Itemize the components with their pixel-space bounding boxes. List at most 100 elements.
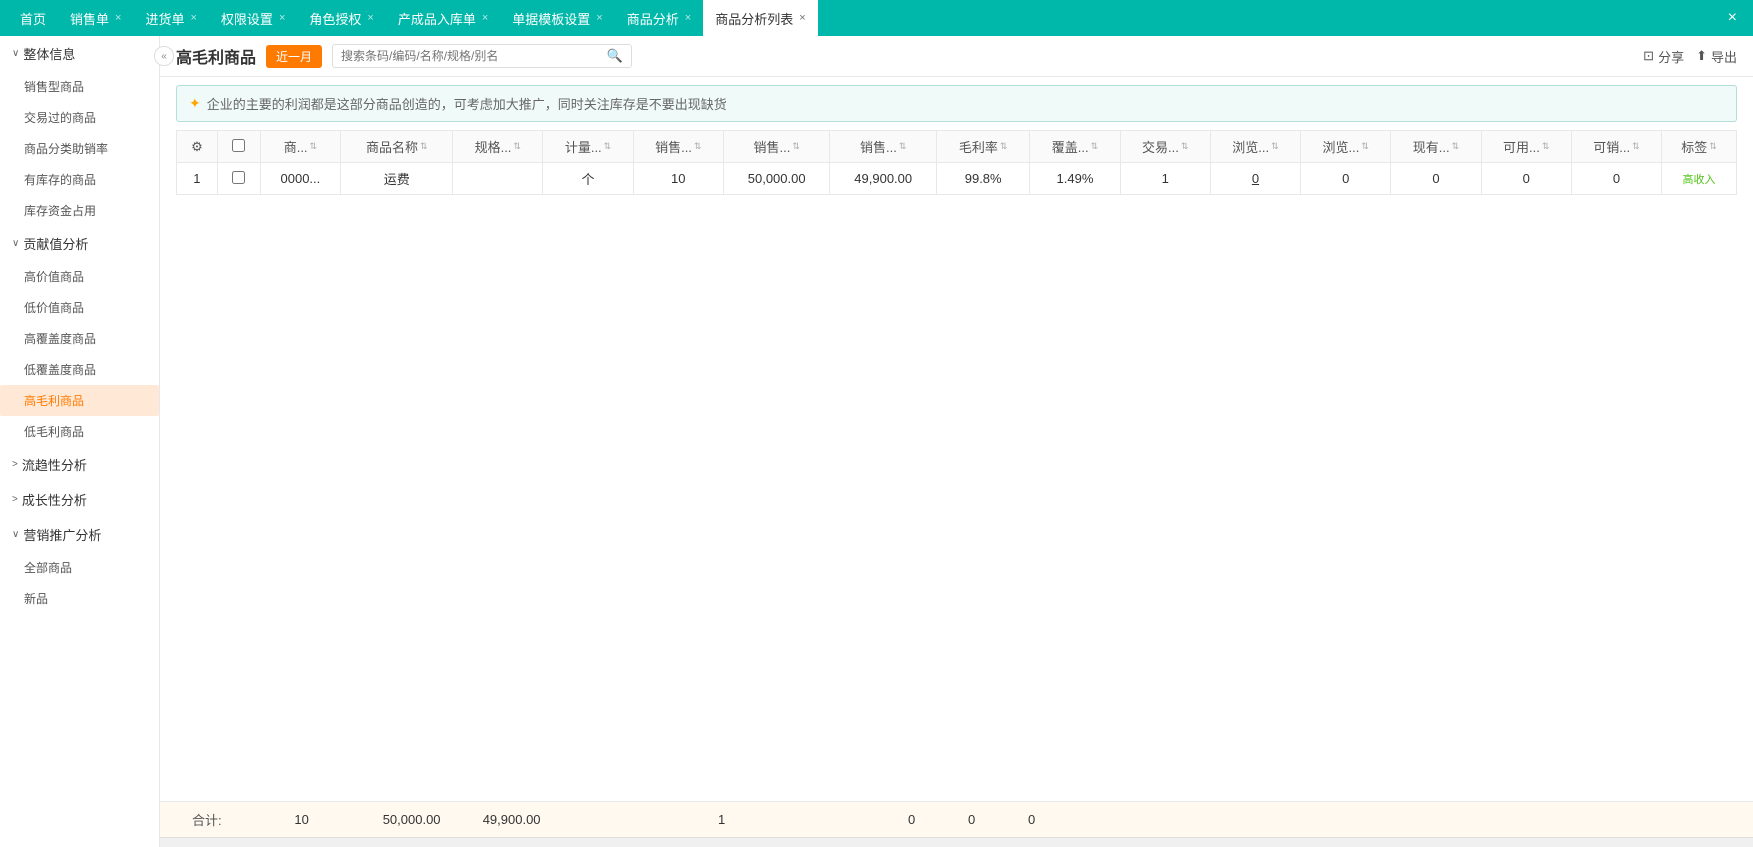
content-header: 高毛利商品 近一月 🔍 ⊡ 分享 ⬆ 导出 — [160, 36, 1753, 77]
sort-icon-sales_qty[interactable]: ⇅ — [694, 141, 702, 152]
filter-recent-month-button[interactable]: 近一月 — [266, 45, 322, 68]
sidebar-item-4-0[interactable]: 全部商品 — [0, 552, 159, 583]
sidebar-item-1-0[interactable]: 高价值商品 — [0, 261, 159, 292]
col-header-current_stock[interactable]: 现有...⇅ — [1391, 131, 1481, 163]
nav-close-2[interactable]: × — [190, 12, 196, 24]
sidebar-item-0-0[interactable]: 销售型商品 — [0, 71, 159, 102]
sidebar-item-0-4[interactable]: 库存资金占用 — [0, 195, 159, 226]
cell-spec — [453, 163, 543, 195]
cell-browse1[interactable]: 0 — [1210, 163, 1300, 195]
col-header-available_stock[interactable]: 可用...⇅ — [1481, 131, 1571, 163]
sort-icon-saleable_stock[interactable]: ⇅ — [1632, 141, 1640, 152]
sidebar-section-4[interactable]: ∨营销推广分析 — [0, 517, 159, 552]
sort-icon-browse1[interactable]: ⇅ — [1271, 141, 1279, 152]
col-header-browse1[interactable]: 浏览...⇅ — [1210, 131, 1300, 163]
export-button[interactable]: ⬆ 导出 — [1696, 47, 1737, 66]
sort-icon-code[interactable]: ⇅ — [310, 141, 318, 152]
sidebar-section-1[interactable]: ∨贡献值分析 — [0, 226, 159, 261]
sidebar-item-0-1[interactable]: 交易过的商品 — [0, 102, 159, 133]
settings-icon[interactable]: ⚙ — [191, 139, 203, 154]
col-label-tag: 标签 — [1681, 137, 1707, 156]
col-header-sales_profit[interactable]: 销售...⇅ — [830, 131, 937, 163]
sort-icon-available_stock[interactable]: ⇅ — [1542, 141, 1550, 152]
sort-icon-sales_amount[interactable]: ⇅ — [792, 141, 800, 152]
sort-icon-current_stock[interactable]: ⇅ — [1452, 141, 1460, 152]
nav-close-7[interactable]: × — [685, 12, 691, 24]
export-icon: ⬆ — [1696, 48, 1707, 64]
cell-saleable_stock: 0 — [1571, 163, 1661, 195]
scrollbar[interactable] — [160, 837, 1753, 847]
nav-item-6[interactable]: 单据模板设置× — [500, 0, 614, 36]
share-icon: ⊡ — [1643, 48, 1654, 64]
col-header-gross_margin[interactable]: 毛利率⇅ — [937, 131, 1030, 163]
sidebar-item-1-3[interactable]: 低覆盖度商品 — [0, 354, 159, 385]
sidebar-item-0-2[interactable]: 商品分类助销率 — [0, 133, 159, 164]
col-header-sales_qty[interactable]: 销售...⇅ — [633, 131, 723, 163]
sidebar-section-0[interactable]: ∨整体信息 — [0, 36, 159, 71]
sidebar-collapse-button[interactable]: « — [154, 46, 174, 66]
cell-checkbox — [217, 163, 260, 195]
col-header-unit[interactable]: 计量...⇅ — [543, 131, 633, 163]
col-header-spec[interactable]: 规格...⇅ — [453, 131, 543, 163]
sidebar: ∨整体信息销售型商品交易过的商品商品分类助销率有库存的商品库存资金占用∨贡献值分… — [0, 36, 160, 847]
sidebar-item-1-2[interactable]: 高覆盖度商品 — [0, 323, 159, 354]
sort-icon-coverage[interactable]: ⇅ — [1091, 141, 1099, 152]
nav-item-8[interactable]: 商品分析列表× — [703, 0, 817, 36]
sort-icon-tag[interactable]: ⇅ — [1709, 141, 1717, 152]
nav-close-4[interactable]: × — [367, 12, 373, 24]
col-header-code[interactable]: 商...⇅ — [260, 131, 341, 163]
col-label-sales_profit: 销售... — [860, 137, 897, 156]
footer-saleable-stock: 0 — [1002, 812, 1062, 827]
sidebar-item-1-1[interactable]: 低价值商品 — [0, 292, 159, 323]
col-header-browse2[interactable]: 浏览...⇅ — [1301, 131, 1391, 163]
window-close-button[interactable]: × — [1720, 9, 1745, 27]
search-input[interactable] — [341, 49, 607, 63]
cell-code: 0000... — [260, 163, 341, 195]
nav-close-1[interactable]: × — [115, 12, 121, 24]
sort-icon-sales_profit[interactable]: ⇅ — [899, 141, 907, 152]
sort-icon-gross_margin[interactable]: ⇅ — [1000, 141, 1008, 152]
col-header-name[interactable]: 商品名称⇅ — [341, 131, 453, 163]
sidebar-item-1-4[interactable]: 高毛利商品 — [0, 385, 159, 416]
sort-icon-spec[interactable]: ⇅ — [513, 141, 521, 152]
browse-link[interactable]: 0 — [1252, 171, 1259, 186]
nav-close-3[interactable]: × — [279, 12, 285, 24]
nav-close-8[interactable]: × — [799, 12, 805, 24]
nav-item-7[interactable]: 商品分析× — [615, 0, 703, 36]
nav-item-5[interactable]: 产成品入库单× — [386, 0, 500, 36]
col-label-unit: 计量... — [565, 137, 602, 156]
sort-icon-browse2[interactable]: ⇅ — [1361, 141, 1369, 152]
arrow-icon: > — [12, 459, 18, 470]
col-label-browse1: 浏览... — [1232, 137, 1269, 156]
sidebar-item-1-5[interactable]: 低毛利商品 — [0, 416, 159, 447]
nav-item-4[interactable]: 角色授权× — [297, 0, 385, 36]
col-header-tag[interactable]: 标签⇅ — [1662, 131, 1737, 163]
nav-close-5[interactable]: × — [482, 12, 488, 24]
col-header-sales_amount[interactable]: 销售...⇅ — [723, 131, 830, 163]
footer-totals: 合计: 10 50,000.00 49,900.00 1 0 0 0 — [160, 801, 1753, 837]
sort-icon-unit[interactable]: ⇅ — [604, 141, 612, 152]
col-header-coverage[interactable]: 覆盖...⇅ — [1030, 131, 1120, 163]
col-label-coverage: 覆盖... — [1052, 137, 1089, 156]
sidebar-section-2[interactable]: >流趋性分析 — [0, 447, 159, 482]
sidebar-section-3[interactable]: >成长性分析 — [0, 482, 159, 517]
tag-label: 高收入 — [1683, 174, 1716, 186]
nav-item-3[interactable]: 权限设置× — [209, 0, 297, 36]
col-header-checkbox[interactable] — [217, 131, 260, 163]
sidebar-item-0-3[interactable]: 有库存的商品 — [0, 164, 159, 195]
col-header-saleable_stock[interactable]: 可销...⇅ — [1571, 131, 1661, 163]
search-icon[interactable]: 🔍 — [607, 48, 623, 64]
sidebar-item-4-1[interactable]: 新品 — [0, 583, 159, 614]
nav-item-1[interactable]: 销售单× — [58, 0, 133, 36]
col-header-settings[interactable]: ⚙ — [177, 131, 218, 163]
row-checkbox[interactable] — [232, 171, 245, 184]
nav-item-0[interactable]: 首页 — [8, 0, 58, 36]
select-all-checkbox[interactable] — [232, 139, 245, 152]
col-header-transaction[interactable]: 交易...⇅ — [1120, 131, 1210, 163]
sort-icon-name[interactable]: ⇅ — [420, 141, 428, 152]
nav-item-2[interactable]: 进货单× — [133, 0, 208, 36]
share-button[interactable]: ⊡ 分享 — [1643, 47, 1684, 66]
nav-close-6[interactable]: × — [596, 12, 602, 24]
cell-unit: 个 — [543, 163, 633, 195]
sort-icon-transaction[interactable]: ⇅ — [1181, 141, 1189, 152]
